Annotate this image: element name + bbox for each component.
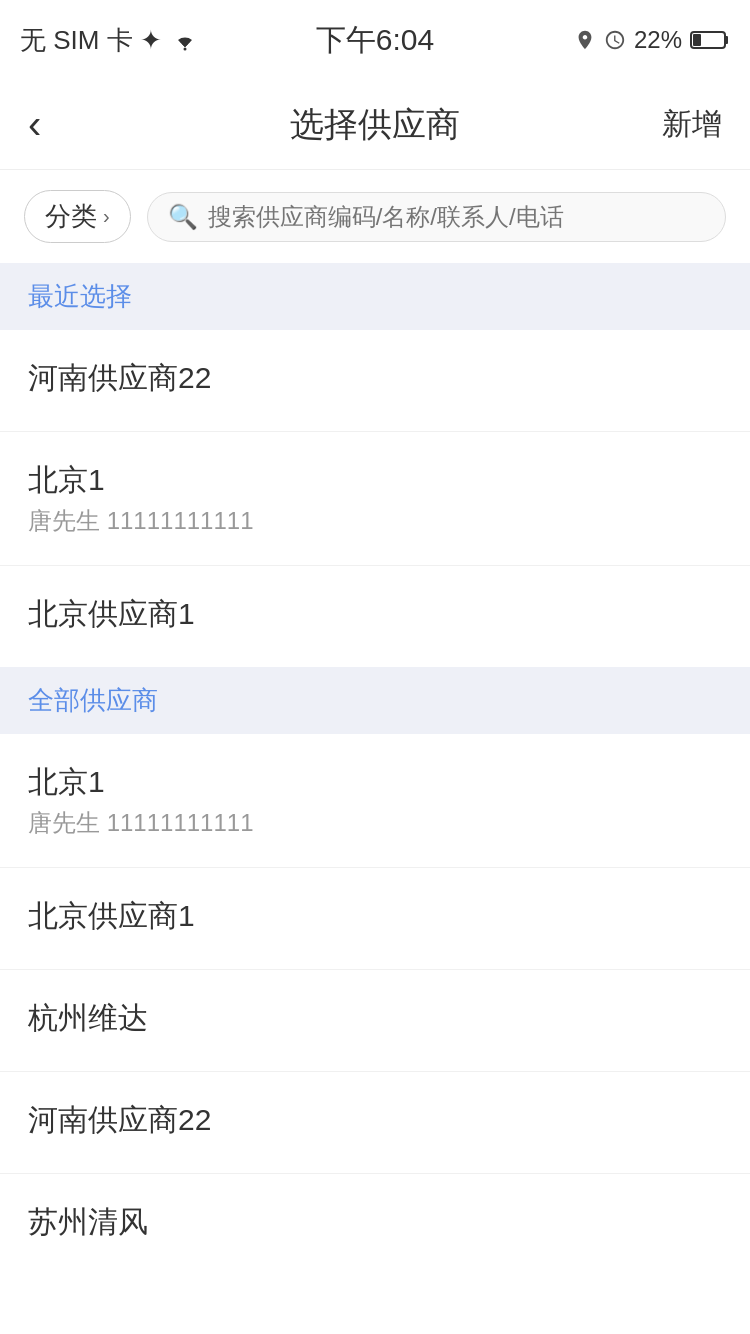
list-item[interactable]: 河南供应商22 (0, 330, 750, 432)
recent-section-header: 最近选择 (0, 263, 750, 330)
list-item[interactable]: 北京供应商1 (0, 868, 750, 970)
item-name: 北京供应商1 (28, 896, 722, 937)
add-button[interactable]: 新增 (662, 104, 722, 145)
list-item[interactable]: 北京1 唐先生 11111111111 (0, 734, 750, 868)
item-sub: 唐先生 11111111111 (28, 505, 722, 537)
item-sub: 唐先生 11111111111 (28, 807, 722, 839)
item-name: 北京1 (28, 460, 722, 501)
all-section-header: 全部供应商 (0, 667, 750, 734)
item-name: 杭州维达 (28, 998, 722, 1039)
item-name: 河南供应商22 (28, 358, 722, 399)
category-label: 分类 (45, 199, 97, 234)
list-item[interactable]: 苏州清风 (0, 1174, 750, 1275)
status-right: 22% (574, 26, 730, 54)
page-title: 选择供应商 (290, 102, 460, 148)
sim-label: 无 SIM 卡 ✦ (20, 23, 162, 58)
item-name: 苏州清风 (28, 1202, 722, 1243)
wifi-icon (170, 29, 200, 51)
recent-list: 河南供应商22 北京1 唐先生 11111111111 北京供应商1 (0, 330, 750, 667)
nav-bar: ‹ 选择供应商 新增 (0, 80, 750, 170)
chevron-right-icon: › (103, 205, 110, 228)
battery-icon (690, 29, 730, 51)
svg-rect-3 (693, 34, 701, 46)
list-item[interactable]: 北京供应商1 (0, 566, 750, 667)
search-input[interactable] (208, 203, 705, 231)
search-box[interactable]: 🔍 (147, 192, 726, 242)
status-bar: 无 SIM 卡 ✦ 下午6:04 22% (0, 0, 750, 80)
search-icon: 🔍 (168, 203, 198, 231)
svg-rect-2 (725, 36, 728, 44)
all-list: 北京1 唐先生 11111111111 北京供应商1 杭州维达河南供应商22 苏州清风 (0, 734, 750, 1275)
status-left: 无 SIM 卡 ✦ (20, 23, 200, 58)
filter-row: 分类 › 🔍 (0, 170, 750, 263)
back-button[interactable]: ‹ (28, 102, 88, 147)
list-item[interactable]: 北京1 唐先生 11111111111 (0, 432, 750, 566)
item-name: 北京供应商1 (28, 594, 722, 635)
list-item[interactable]: 河南供应商22 (0, 1072, 750, 1174)
item-name: 北京1 (28, 762, 722, 803)
item-name: 河南供应商22 (28, 1100, 722, 1141)
category-filter[interactable]: 分类 › (24, 190, 131, 243)
svg-point-0 (183, 48, 186, 51)
battery-label: 22% (634, 26, 682, 54)
list-item[interactable]: 杭州维达 (0, 970, 750, 1072)
location-icon (574, 29, 596, 51)
alarm-icon (604, 29, 626, 51)
status-time: 下午6:04 (316, 20, 434, 61)
